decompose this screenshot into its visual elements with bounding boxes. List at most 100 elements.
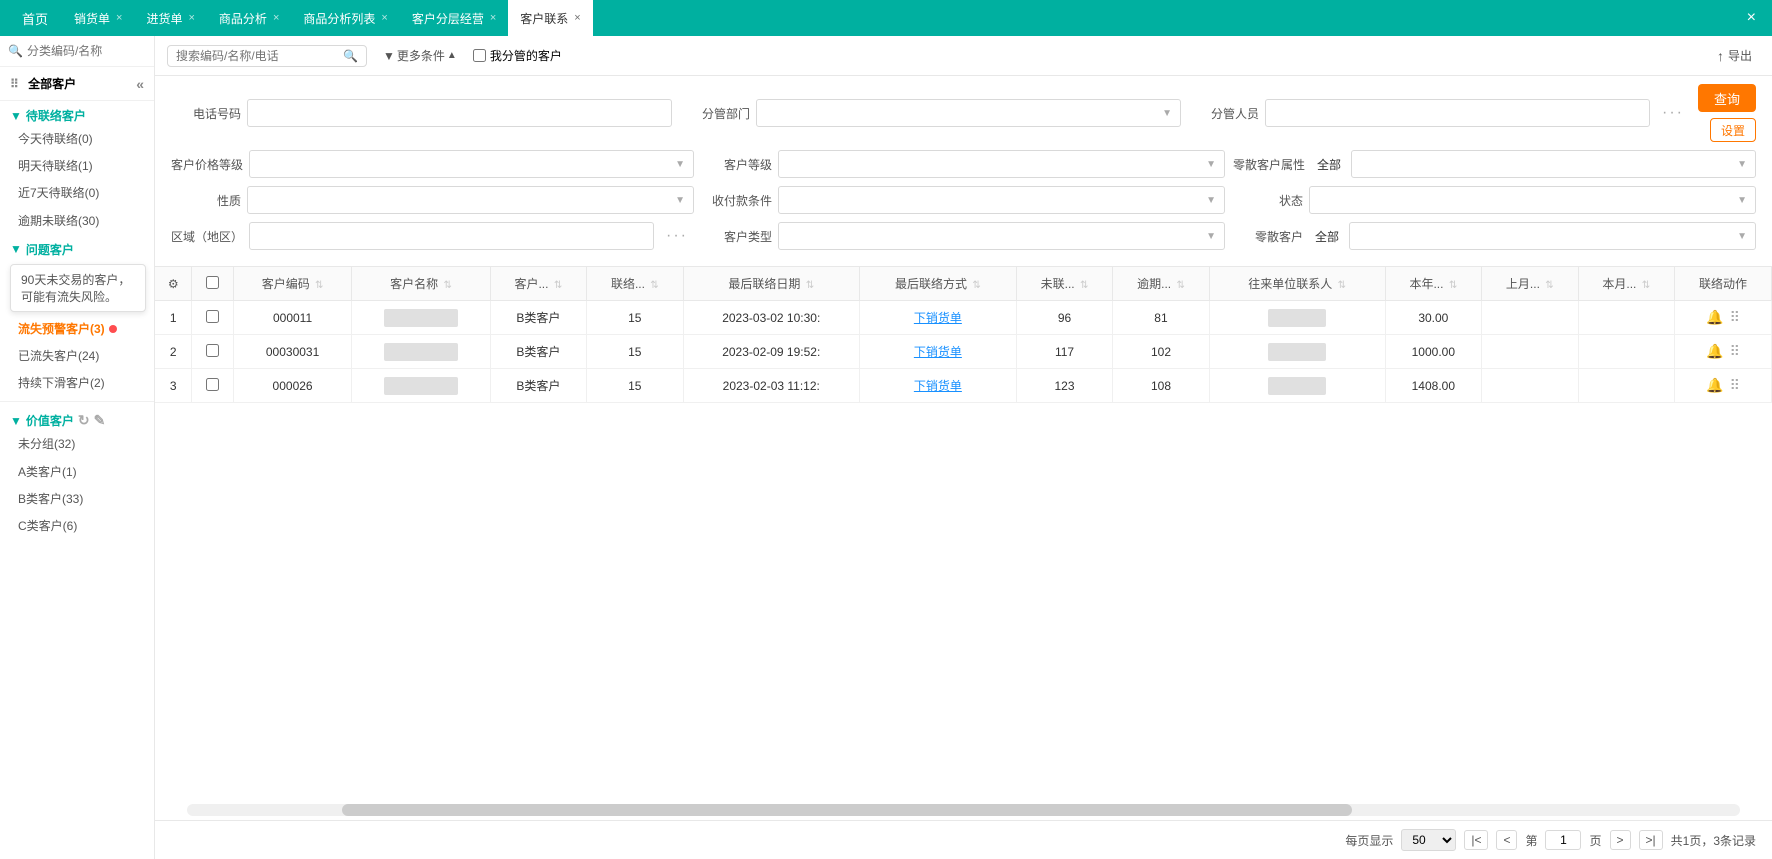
sidebar-item-7day-pending[interactable]: 近7天待联络(0)	[0, 180, 154, 207]
filter-status-select[interactable]: ▼	[1309, 186, 1756, 214]
row-last-contact-method[interactable]: 下销货单	[859, 335, 1016, 369]
next-page-button[interactable]: >	[1610, 830, 1631, 850]
select-all-checkbox[interactable]	[206, 276, 219, 289]
sidebar-item-class-c[interactable]: C类客户(6)	[0, 513, 154, 540]
row-customer-code: 000011	[233, 301, 352, 335]
collapse-icon[interactable]: «	[136, 76, 144, 92]
more-conditions-button[interactable]: ▼ 更多条件 ▲	[375, 44, 465, 67]
query-button[interactable]: 查询	[1698, 84, 1756, 112]
close-icon[interactable]: ×	[381, 12, 387, 24]
refresh-icon[interactable]: ↻	[78, 412, 90, 429]
close-icon[interactable]: ×	[490, 12, 496, 24]
my-customers-checkbox-container[interactable]: 我分管的客户	[473, 47, 562, 64]
close-all-button[interactable]: ×	[1739, 9, 1764, 27]
nav-tab-analysis-list[interactable]: 商品分析列表 ×	[291, 0, 399, 36]
row-actions: 🔔 ⠿	[1675, 335, 1772, 369]
search-icon[interactable]: 🔍	[343, 49, 358, 63]
more-actions-icon[interactable]: ⠿	[1730, 377, 1740, 394]
close-icon[interactable]: ×	[188, 12, 194, 24]
search-input[interactable]	[176, 49, 343, 63]
my-customers-checkbox[interactable]	[473, 49, 486, 62]
prev-page-button[interactable]: <	[1496, 830, 1517, 850]
page-number-input[interactable]	[1545, 830, 1581, 850]
sidebar-group-pending[interactable]: ▼ 待联络客户	[0, 101, 154, 126]
sort-icon: ⇅	[972, 280, 980, 291]
chevron-down-icon: ▼	[1206, 195, 1216, 206]
sidebar-search-input[interactable]	[27, 44, 155, 58]
close-icon[interactable]: ×	[116, 12, 122, 24]
sidebar-group-problem[interactable]: ▼ 问题客户	[0, 235, 154, 260]
col-overdue-days[interactable]: 逾期... ⇅	[1113, 267, 1209, 301]
col-no-contact-days[interactable]: 未联... ⇅	[1016, 267, 1112, 301]
filter-price-select[interactable]: ▼	[249, 150, 694, 178]
sidebar-item-class-b[interactable]: B类客户(33)	[0, 486, 154, 513]
filter-customer-type-select[interactable]: ▼	[778, 222, 1225, 250]
more-actions-icon[interactable]: ⠿	[1730, 343, 1740, 360]
more-icon[interactable]: ···	[660, 227, 694, 245]
col-customer-type[interactable]: 客户... ⇅	[490, 267, 586, 301]
sidebar-item-class-a[interactable]: A类客户(1)	[0, 459, 154, 486]
filter-payment-select[interactable]: ▼	[778, 186, 1225, 214]
col-current-month[interactable]: 本月... ⇅	[1578, 267, 1674, 301]
sidebar-item-churn-warning[interactable]: 流失预警客户(3)	[0, 316, 154, 343]
sidebar-item-ungrouped[interactable]: 未分组(32)	[0, 431, 154, 458]
page-size-select[interactable]: 50 100 200	[1401, 829, 1456, 851]
sidebar-item-today-pending[interactable]: 今天待联络(0)	[0, 126, 154, 153]
edit-icon[interactable]: ✎	[94, 412, 106, 429]
col-checkbox[interactable]	[192, 267, 233, 301]
nav-tab-analysis[interactable]: 商品分析 ×	[207, 0, 291, 36]
filter-scatter-attr-select[interactable]: ▼	[1351, 150, 1756, 178]
nav-tab-purchase[interactable]: 进货单 ×	[134, 0, 206, 36]
col-customer-code[interactable]: 客户编码 ⇅	[233, 267, 352, 301]
scrollbar-thumb[interactable]	[342, 804, 1351, 816]
close-icon[interactable]: ×	[574, 12, 580, 24]
horizontal-scrollbar[interactable]	[187, 804, 1740, 816]
nav-tab-sales[interactable]: 销货单 ×	[62, 0, 134, 36]
row-checkbox[interactable]	[192, 301, 233, 335]
col-contact-person[interactable]: 往来单位联系人 ⇅	[1209, 267, 1385, 301]
sidebar-item-declining[interactable]: 持续下滑客户(2)	[0, 370, 154, 397]
row-checkbox[interactable]	[192, 369, 233, 403]
search-icon: 🔍	[8, 44, 23, 58]
settings-icon[interactable]: ⚙	[168, 277, 179, 291]
first-page-button[interactable]: |<	[1464, 830, 1488, 850]
nav-tab-customer-contact[interactable]: 客户联系 ×	[508, 0, 592, 36]
last-page-button[interactable]: >|	[1639, 830, 1663, 850]
sidebar-all-customers[interactable]: ⠿ 全部客户 «	[0, 67, 154, 101]
settings-button[interactable]: 设置	[1710, 118, 1756, 142]
table-row: 3 000026 ░░░░ B类客户 15 2023-02-03 11:12: …	[155, 369, 1772, 403]
contact-icon[interactable]: 🔔	[1706, 343, 1723, 360]
row-last-contact-method[interactable]: 下销货单	[859, 301, 1016, 335]
col-settings[interactable]: ⚙	[155, 267, 192, 301]
filter-nature-select[interactable]: ▼	[247, 186, 694, 214]
filter-manager-select[interactable]	[1265, 99, 1650, 127]
col-last-month[interactable]: 上月... ⇅	[1482, 267, 1578, 301]
nav-tab-customer-layer[interactable]: 客户分层经营 ×	[400, 0, 508, 36]
export-button[interactable]: ↑ 导出	[1709, 44, 1760, 67]
col-last-contact-date[interactable]: 最后联络日期 ⇅	[683, 267, 859, 301]
nav-tab-home[interactable]: 首页	[8, 0, 62, 36]
row-last-contact-method[interactable]: 下销货单	[859, 369, 1016, 403]
row-checkbox[interactable]	[192, 335, 233, 369]
sidebar-item-tomorrow-pending[interactable]: 明天待联络(1)	[0, 153, 154, 180]
more-actions-icon[interactable]: ⠿	[1730, 309, 1740, 326]
more-icon[interactable]: ···	[1656, 104, 1690, 122]
col-last-contact-method[interactable]: 最后联络方式 ⇅	[859, 267, 1016, 301]
filter-phone-input[interactable]	[247, 99, 672, 127]
filter-region-select[interactable]	[249, 222, 654, 250]
sidebar-item-churned[interactable]: 已流失客户(24)	[0, 343, 154, 370]
col-current-year[interactable]: 本年... ⇅	[1385, 267, 1481, 301]
sidebar-item-overdue-pending[interactable]: 逾期未联络(30)	[0, 208, 154, 235]
sort-icon: ⇅	[1545, 280, 1553, 291]
filter-customer-type-label: 客户类型	[702, 228, 772, 245]
contact-icon[interactable]: 🔔	[1706, 377, 1723, 394]
col-contact[interactable]: 联络... ⇅	[587, 267, 683, 301]
chevron-down-icon: ▼	[1737, 159, 1747, 170]
sidebar-group-value[interactable]: ▼ 价值客户 ↻ ✎	[0, 406, 154, 431]
filter-scatter-select[interactable]: ▼	[1349, 222, 1756, 250]
col-customer-name[interactable]: 客户名称 ⇅	[352, 267, 490, 301]
filter-dept-select[interactable]: ▼	[756, 99, 1181, 127]
close-icon[interactable]: ×	[273, 12, 279, 24]
contact-icon[interactable]: 🔔	[1706, 309, 1723, 326]
filter-customer-level-select[interactable]: ▼	[778, 150, 1225, 178]
